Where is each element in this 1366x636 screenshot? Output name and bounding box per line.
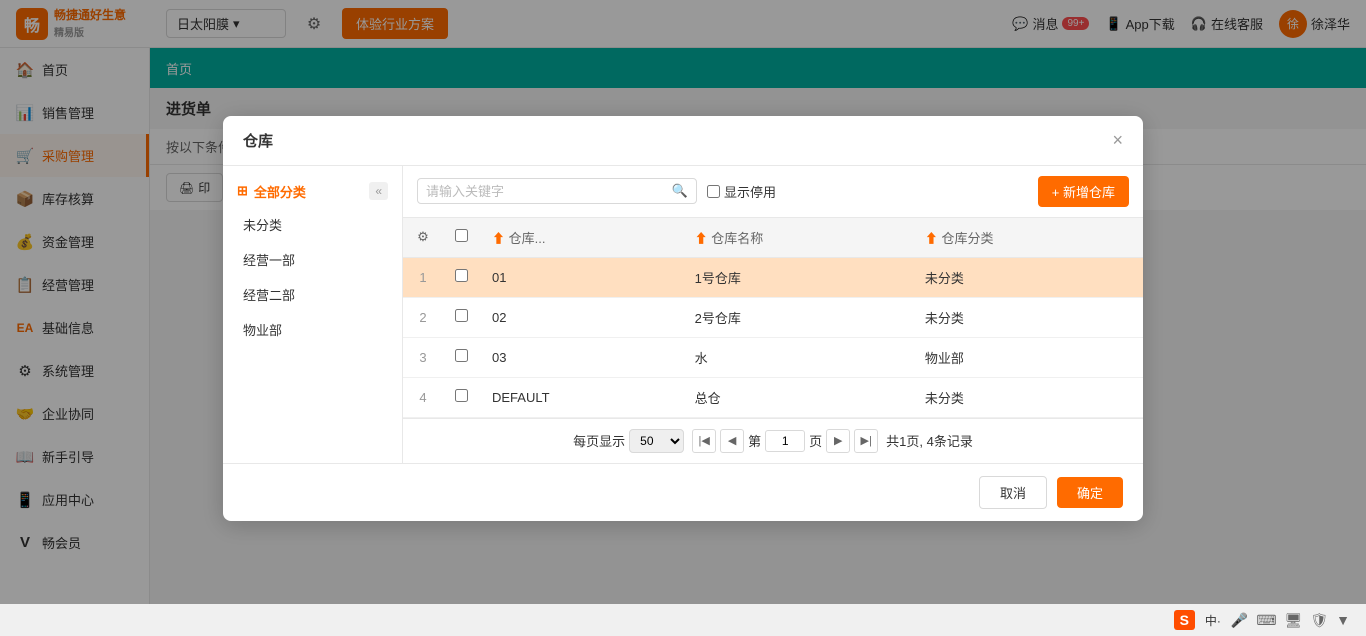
category-header: ⊞ 全部分类 «	[223, 176, 402, 207]
sort-icon2: ⬆	[695, 231, 708, 246]
row-checkbox-cell	[443, 297, 480, 337]
modal-footer: 取消 确定	[223, 463, 1143, 521]
monitor-icon[interactable]: 🖥	[1285, 612, 1303, 629]
row-code: 01	[480, 257, 683, 297]
row-code: 02	[480, 297, 683, 337]
cancel-button[interactable]: 取消	[979, 476, 1047, 509]
search-icon: 🔍	[672, 183, 688, 199]
ime-label: 中·	[1205, 612, 1221, 629]
row-checkbox[interactable]	[455, 349, 468, 362]
chevron-icon[interactable]: ▼	[1336, 612, 1350, 628]
row-checkbox[interactable]	[455, 309, 468, 322]
col-gear: ⚙	[403, 218, 443, 258]
row-num: 1	[403, 257, 443, 297]
keyboard-icon[interactable]: ⌨	[1256, 612, 1276, 629]
col-code: ⬆ 仓库...	[480, 218, 683, 258]
collapse-button[interactable]: «	[369, 182, 388, 200]
last-page-button[interactable]: ▶|	[854, 429, 878, 453]
warehouse-modal: 仓库 × ⊞ 全部分类 « 未分类 经营一部 经营二部 物业部	[223, 116, 1143, 521]
modal-body: ⊞ 全部分类 « 未分类 经营一部 经营二部 物业部 🔍	[223, 166, 1143, 463]
select-all-checkbox[interactable]	[455, 229, 468, 242]
row-checkbox-cell	[443, 257, 480, 297]
total-info: 共1页, 4条记录	[886, 431, 973, 450]
col-name: ⬆ 仓库名称	[683, 218, 913, 258]
modal-header: 仓库 ×	[223, 116, 1143, 166]
row-num: 2	[403, 297, 443, 337]
confirm-button[interactable]: 确定	[1057, 477, 1123, 508]
row-name: 1号仓库	[683, 257, 913, 297]
page-nav: |◀ ◀ 第 页 ▶ ▶|	[692, 429, 878, 453]
row-code: DEFAULT	[480, 377, 683, 417]
row-category: 未分类	[913, 257, 1143, 297]
table-panel: 🔍 显示停用 + 新增仓库 ⚙	[403, 166, 1143, 463]
show-disabled-checkbox[interactable]: 显示停用	[707, 182, 776, 201]
category-panel: ⊞ 全部分类 « 未分类 经营一部 经营二部 物业部	[223, 166, 403, 463]
row-checkbox-cell	[443, 377, 480, 417]
shield-icon[interactable]: 🛡	[1310, 612, 1328, 629]
table-row[interactable]: 1 01 1号仓库 未分类	[403, 257, 1143, 297]
grid-icon: ⊞	[237, 183, 248, 199]
modal-overlay: 仓库 × ⊞ 全部分类 « 未分类 经营一部 经营二部 物业部	[0, 0, 1366, 636]
table-row[interactable]: 4 DEFAULT 总仓 未分类	[403, 377, 1143, 417]
page-label: 第	[748, 431, 761, 450]
sort-icon: ⬆	[492, 231, 505, 246]
first-page-button[interactable]: |◀	[692, 429, 716, 453]
row-category: 未分类	[913, 297, 1143, 337]
mic-icon[interactable]: 🎤	[1231, 612, 1248, 629]
per-page-label: 每页显示	[573, 431, 625, 450]
table-header-row: ⚙ ⬆ 仓库... ⬆ 仓库名称 ⬆ 仓库分类	[403, 218, 1143, 258]
per-page-select: 每页显示 50 100 200	[573, 429, 684, 453]
row-category: 物业部	[913, 337, 1143, 377]
col-checkbox	[443, 218, 480, 258]
per-page-dropdown[interactable]: 50 100 200	[629, 429, 684, 453]
col-category: ⬆ 仓库分类	[913, 218, 1143, 258]
category-item-dept2[interactable]: 经营二部	[223, 277, 402, 312]
row-checkbox-cell	[443, 337, 480, 377]
pagination-bar: 每页显示 50 100 200 |◀ ◀ 第 页 ▶	[403, 418, 1143, 463]
row-name: 2号仓库	[683, 297, 913, 337]
row-num: 3	[403, 337, 443, 377]
table-row[interactable]: 3 03 水 物业部	[403, 337, 1143, 377]
add-warehouse-button[interactable]: + 新增仓库	[1038, 176, 1129, 207]
status-bar: S 中· 🎤 ⌨ 🖥 🛡 ▼	[0, 604, 1366, 636]
modal-title: 仓库	[243, 130, 273, 151]
prev-page-button[interactable]: ◀	[720, 429, 744, 453]
status-icons: 🎤 ⌨ 🖥 🛡 ▼	[1231, 612, 1350, 629]
row-checkbox[interactable]	[455, 389, 468, 402]
warehouse-table: ⚙ ⬆ 仓库... ⬆ 仓库名称 ⬆ 仓库分类	[403, 218, 1143, 418]
row-checkbox[interactable]	[455, 269, 468, 282]
table-toolbar: 🔍 显示停用 + 新增仓库	[403, 166, 1143, 218]
page-suffix: 页	[809, 431, 822, 450]
category-item-unclassified[interactable]: 未分类	[223, 207, 402, 242]
next-page-button[interactable]: ▶	[826, 429, 850, 453]
category-item-dept1[interactable]: 经营一部	[223, 242, 402, 277]
row-code: 03	[480, 337, 683, 377]
row-category: 未分类	[913, 377, 1143, 417]
row-name: 水	[683, 337, 913, 377]
all-category-label: 全部分类	[254, 182, 306, 201]
category-item-property[interactable]: 物业部	[223, 312, 402, 347]
modal-close-button[interactable]: ×	[1112, 130, 1123, 151]
show-disabled-label: 显示停用	[724, 182, 776, 201]
sort-icon3: ⬆	[925, 231, 938, 246]
data-table: ⚙ ⬆ 仓库... ⬆ 仓库名称 ⬆ 仓库分类	[403, 218, 1143, 418]
show-disabled-check[interactable]	[707, 185, 720, 198]
search-input[interactable]	[426, 184, 668, 199]
status-logo: S	[1174, 610, 1195, 630]
row-num: 4	[403, 377, 443, 417]
search-input-wrap: 🔍	[417, 178, 697, 204]
category-all[interactable]: ⊞ 全部分类	[237, 182, 306, 201]
page-number-input[interactable]	[765, 430, 805, 452]
table-row[interactable]: 2 02 2号仓库 未分类	[403, 297, 1143, 337]
row-name: 总仓	[683, 377, 913, 417]
